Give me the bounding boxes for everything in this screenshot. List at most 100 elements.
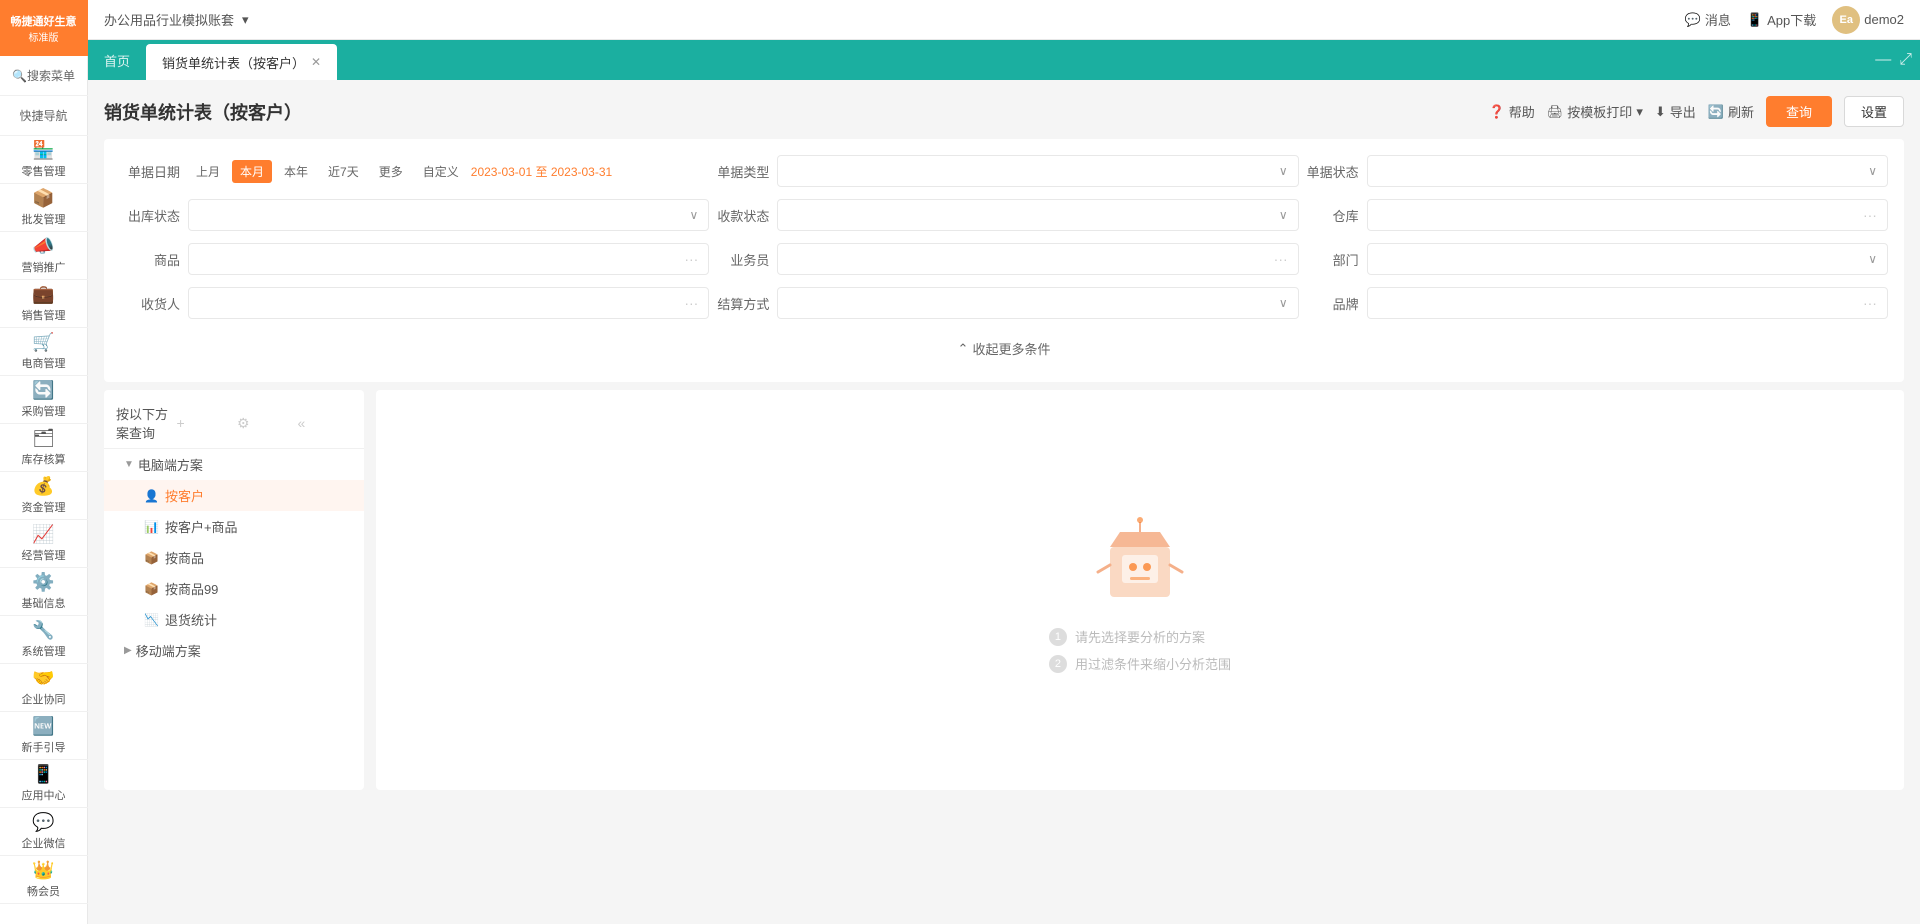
basic-label: 基础信息 xyxy=(22,595,66,611)
tab-close-icon[interactable]: ✕ xyxy=(311,55,321,69)
query-button[interactable]: 查询 xyxy=(1766,96,1832,127)
sidebar-quicknav[interactable]: 快捷导航 xyxy=(0,96,88,136)
sidebar-item-wholesale[interactable]: 📦 批发管理 xyxy=(0,184,88,232)
tab-maximize-icon[interactable]: ⤢ xyxy=(1899,51,1912,69)
hint-num-1: 1 xyxy=(1049,628,1067,646)
filter-card: 单据日期 上月 本月 本年 近7天 更多 自定义 2023-03-01 至 20… xyxy=(104,139,1904,382)
settings-scheme-btn[interactable]: ⚙ xyxy=(237,415,292,432)
receiver-input[interactable]: ··· xyxy=(188,287,709,319)
docstatus-input[interactable]: ∨ xyxy=(1367,155,1888,187)
message-btn[interactable]: 💬 消息 xyxy=(1685,10,1731,29)
goods99-icon: 📦 xyxy=(144,582,159,596)
outstatus-input[interactable]: ∨ xyxy=(188,199,709,231)
sidebar-item-retail[interactable]: 🏪 零售管理 xyxy=(0,136,88,184)
filter-row-4: 收货人 ··· 结算方式 ∨ 品牌 xyxy=(120,287,1888,319)
department-input[interactable]: ∨ xyxy=(1367,243,1888,275)
recvstatus-label: 收款状态 xyxy=(709,206,769,225)
sidebar-item-member[interactable]: 👑 畅会员 xyxy=(0,856,88,904)
sidebar-item-marketing[interactable]: 📣 营销推广 xyxy=(0,232,88,280)
tree-group-pc-title[interactable]: ▼ 电脑端方案 xyxy=(104,449,364,480)
app-download-btn[interactable]: 📱 App下载 xyxy=(1747,10,1816,29)
wholesale-label: 批发管理 xyxy=(22,211,66,227)
settlement-input[interactable]: ∨ xyxy=(777,287,1298,319)
add-scheme-btn[interactable]: + xyxy=(177,415,232,431)
date-btn-last-month[interactable]: 上月 xyxy=(188,160,228,183)
sidebar-item-enterprise[interactable]: 🤝 企业协同 xyxy=(0,664,88,712)
tree-item-customer-goods[interactable]: 📊 按客户+商品 xyxy=(104,511,364,542)
sidebar-item-ecom[interactable]: 🛒 电商管理 xyxy=(0,328,88,376)
tree-item-goods[interactable]: 📦 按商品 xyxy=(104,542,364,573)
print-btn[interactable]: 🖨 按模板打印 ▾ xyxy=(1547,102,1643,121)
goods-input[interactable]: ··· xyxy=(188,243,709,275)
sidebar-item-purchase[interactable]: 🔄 采购管理 xyxy=(0,376,88,424)
hint-text-2: 用过滤条件来缩小分析范围 xyxy=(1075,654,1231,673)
settings-button[interactable]: 设置 xyxy=(1844,96,1904,127)
collapse-panel-btn[interactable]: « xyxy=(298,415,353,431)
filter-receiver: 收货人 ··· xyxy=(120,287,709,319)
date-btn-more[interactable]: 更多 xyxy=(371,160,411,183)
sidebar-search[interactable]: 🔍 搜索菜单 xyxy=(0,56,88,96)
tab-minimize-icon[interactable]: — xyxy=(1875,51,1891,69)
return-label: 退货统计 xyxy=(165,610,217,629)
date-btn-this-month[interactable]: 本月 xyxy=(232,160,272,183)
right-content: 1 请先选择要分析的方案 2 用过滤条件来缩小分析范围 xyxy=(376,390,1904,790)
doctype-label: 单据类型 xyxy=(709,162,769,181)
filter-warehouse: 仓库 ··· xyxy=(1299,199,1888,231)
sidebar-item-sales[interactable]: 💼 销售管理 xyxy=(0,280,88,328)
refresh-btn[interactable]: 🔄 刷新 xyxy=(1708,102,1754,121)
tree-item-goods99[interactable]: 📦 按商品99 xyxy=(104,573,364,604)
date-btn-7days[interactable]: 近7天 xyxy=(320,160,367,183)
brand-input[interactable]: ··· xyxy=(1367,287,1888,319)
tab-report-label: 销货单统计表（按客户） xyxy=(162,53,305,72)
sidebar-item-operation[interactable]: 📈 经营管理 xyxy=(0,520,88,568)
marketing-icon: 📣 xyxy=(32,236,54,257)
filter-row-2: 出库状态 ∨ 收款状态 ∨ 仓库 xyxy=(120,199,1888,231)
recvstatus-input[interactable]: ∨ xyxy=(777,199,1298,231)
date-btn-custom[interactable]: 自定义 xyxy=(415,160,467,183)
date-btn-this-year[interactable]: 本年 xyxy=(276,160,316,183)
doctype-chevron: ∨ xyxy=(1279,164,1288,178)
tree-item-return[interactable]: 📉 退货统计 xyxy=(104,604,364,635)
sales-label: 销售管理 xyxy=(22,307,66,323)
user-info[interactable]: Ea demo2 xyxy=(1832,6,1904,34)
sidebar-search-label: 搜索菜单 xyxy=(27,67,75,84)
collapse-row[interactable]: ⌃ 收起更多条件 xyxy=(120,331,1888,366)
tab-home-label: 首页 xyxy=(104,51,130,70)
enterprise-icon: 🤝 xyxy=(32,668,54,689)
sidebar-item-basic[interactable]: ⚙️ 基础信息 xyxy=(0,568,88,616)
tree-group-mobile-title[interactable]: ▶ 移动端方案 xyxy=(104,635,364,666)
help-icon: ❓ xyxy=(1489,104,1505,120)
page-header: 销货单统计表（按客户） ❓ 帮助 🖨 按模板打印 ▾ ⬇ 导出 🔄 刷新 xyxy=(104,96,1904,127)
tab-report[interactable]: 销货单统计表（按客户） ✕ xyxy=(146,44,337,80)
warehouse-input[interactable]: ··· xyxy=(1367,199,1888,231)
doctype-input[interactable]: ∨ xyxy=(777,155,1298,187)
goods-more-icon[interactable]: ··· xyxy=(684,251,698,267)
receiver-more-icon[interactable]: ··· xyxy=(684,295,698,311)
logo-text: 畅捷通好生意 xyxy=(11,13,77,29)
sidebar-item-finance[interactable]: 💰 资金管理 xyxy=(0,472,88,520)
logo-sub: 标准版 xyxy=(29,29,59,44)
dropdown-icon[interactable]: ▾ xyxy=(242,12,249,28)
salesman-input[interactable]: ··· xyxy=(777,243,1298,275)
brand-more-icon[interactable]: ··· xyxy=(1863,295,1877,311)
sidebar-item-corpwechat[interactable]: 💬 企业微信 xyxy=(0,808,88,856)
tab-home[interactable]: 首页 xyxy=(88,40,146,80)
recvstatus-chevron: ∨ xyxy=(1279,208,1288,222)
export-btn[interactable]: ⬇ 导出 xyxy=(1655,102,1696,121)
brand-label: 品牌 xyxy=(1299,294,1359,313)
sidebar-item-newuser[interactable]: 🆕 新手引导 xyxy=(0,712,88,760)
goods-tree-icon: 📦 xyxy=(144,551,159,565)
left-panel: 按以下方案查询 + ⚙ « ▼ 电脑端方案 👤 按客户 📊 xyxy=(104,390,364,790)
retail-icon: 🏪 xyxy=(32,140,54,161)
filter-outstatus: 出库状态 ∨ xyxy=(120,199,709,231)
help-btn[interactable]: ❓ 帮助 xyxy=(1489,102,1535,121)
sidebar-item-appcenter[interactable]: 📱 应用中心 xyxy=(0,760,88,808)
tree-item-customer[interactable]: 👤 按客户 xyxy=(104,480,364,511)
sidebar-item-inventory[interactable]: 🗂 库存核算 xyxy=(0,424,88,472)
inventory-icon: 🗂 xyxy=(32,428,55,449)
sidebar-item-system[interactable]: 🔧 系统管理 xyxy=(0,616,88,664)
hint-item-1: 1 请先选择要分析的方案 xyxy=(1049,627,1231,646)
salesman-more-icon[interactable]: ··· xyxy=(1274,251,1288,267)
corpwechat-icon: 💬 xyxy=(32,812,54,833)
warehouse-more-icon[interactable]: ··· xyxy=(1863,207,1877,223)
